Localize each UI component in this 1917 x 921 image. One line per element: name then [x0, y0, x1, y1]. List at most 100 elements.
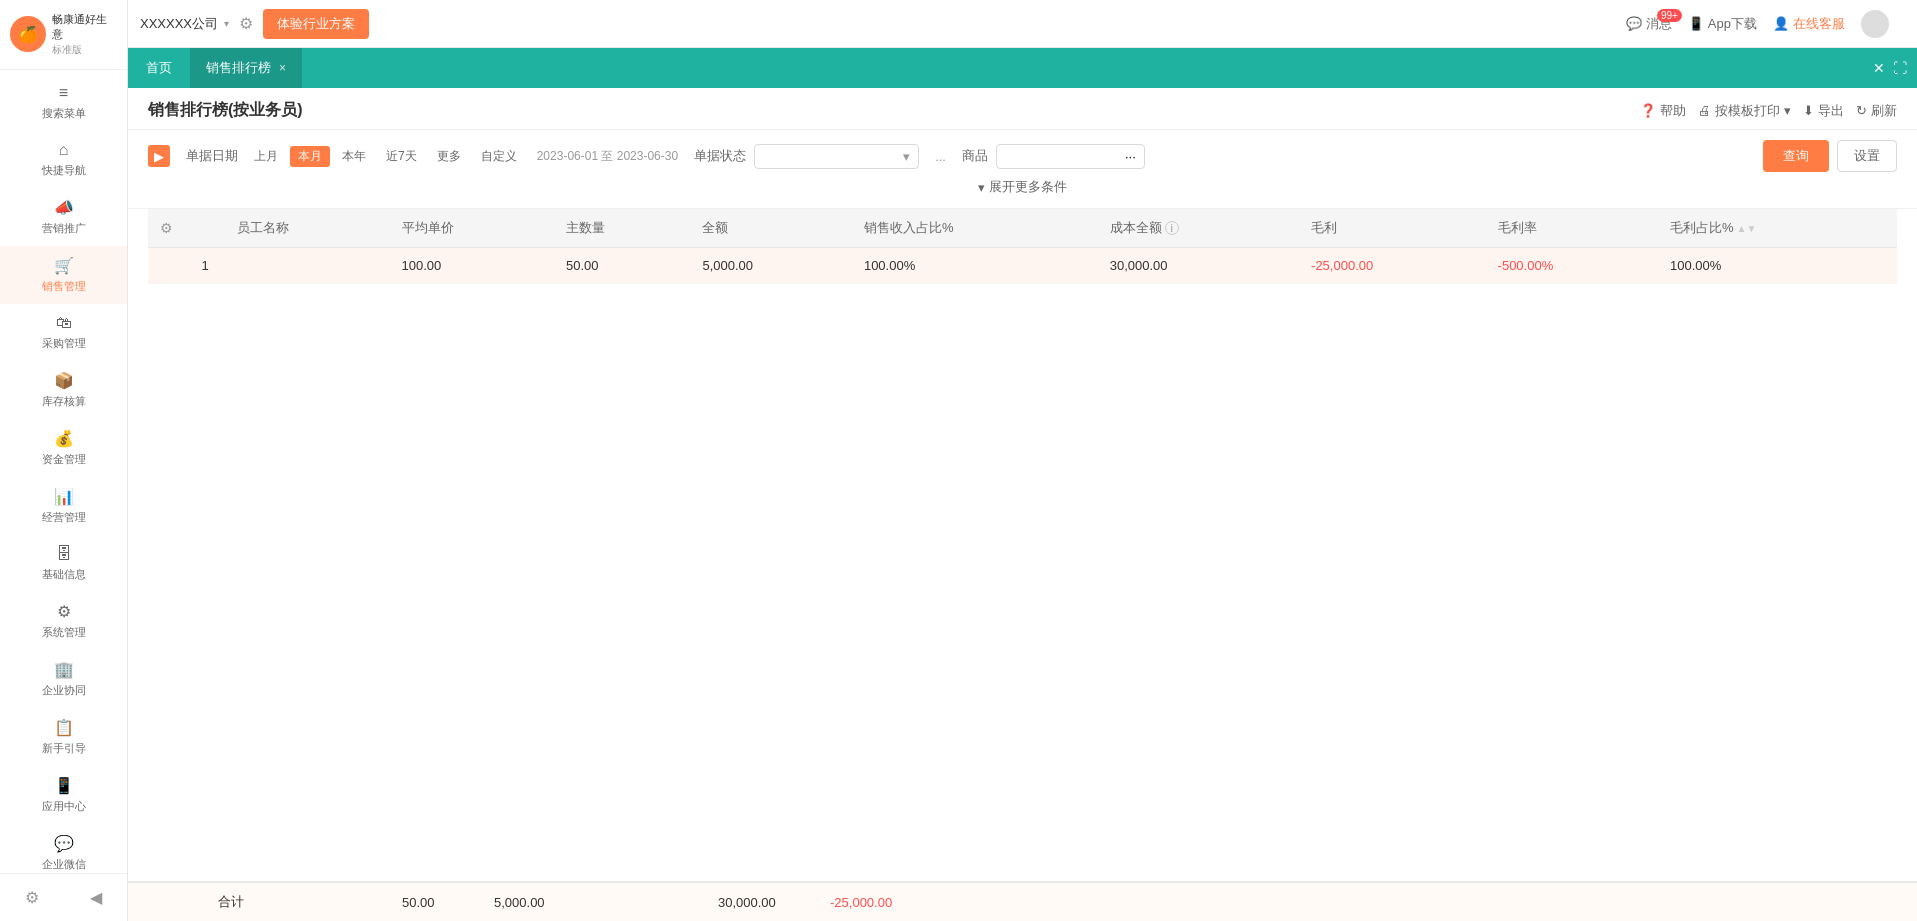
logo-icon: 🍊 — [10, 16, 46, 52]
tab-sales-ranking[interactable]: 销售排行榜 × — [190, 48, 302, 88]
message-btn[interactable]: 💬 消息 99+ — [1626, 15, 1672, 33]
goods-select-more: ··· — [1125, 149, 1136, 164]
th-avg-price: 平均单价 — [390, 209, 555, 248]
sidebar-item-marketing-label: 营销推广 — [42, 221, 86, 236]
row-qty-cell: 50.00 — [554, 248, 690, 284]
gross-pct-sort-icon[interactable]: ▲▼ — [1737, 223, 1757, 234]
th-sales-pct: 销售收入占比% — [852, 209, 1098, 248]
sidebar-item-apps[interactable]: 📱 应用中心 — [0, 766, 127, 824]
sidebar-item-operation-label: 经营管理 — [42, 510, 86, 525]
goods-filter-label: 商品 — [962, 147, 988, 165]
th-employee-name: 员工名称 — [225, 209, 390, 248]
row-sales-pct-cell: 100.00% — [852, 248, 1098, 284]
topbar-settings-icon[interactable]: ⚙ — [239, 14, 253, 33]
app-download-btn[interactable]: 📱 App下载 — [1688, 15, 1757, 33]
export-label: 导出 — [1818, 102, 1844, 120]
export-btn[interactable]: ⬇ 导出 — [1803, 102, 1844, 120]
date-custom-btn[interactable]: 自定义 — [473, 146, 525, 167]
table-footer: 合计 50.00 5,000.00 30,000.00 -25,000.00 — [128, 881, 1917, 921]
date-current-year[interactable]: 本年 — [334, 146, 374, 167]
date-current-month[interactable]: 本月 — [290, 146, 330, 167]
table-header-row: ⚙ 员工名称 平均单价 主数量 全额 销售收入占比% 成本全额 i — [148, 209, 1897, 248]
logo-text-group: 畅康通好生意 标准版 — [52, 12, 117, 57]
sidebar-item-quick-nav[interactable]: ⌂ 快捷导航 — [0, 131, 127, 188]
setting-button[interactable]: 设置 — [1837, 140, 1897, 172]
tab-close-btn[interactable]: × — [279, 61, 286, 75]
action-buttons: 查询 设置 — [1763, 140, 1897, 172]
sidebar-item-enterprise-label: 企业协同 — [42, 683, 86, 698]
table-body: 1 100.00 50.00 5,000.00 100.00% 30,000.0… — [148, 248, 1897, 284]
date-more-btn[interactable]: 更多 — [429, 146, 469, 167]
refresh-btn[interactable]: ↻ 刷新 — [1856, 102, 1897, 120]
date-last-7-days[interactable]: 近7天 — [378, 146, 425, 167]
sidebar-item-operation[interactable]: 📊 经营管理 — [0, 477, 127, 535]
sidebar-item-basic-label: 基础信息 — [42, 567, 86, 582]
th-settings[interactable]: ⚙ — [148, 209, 185, 248]
message-badge: 99+ — [1657, 9, 1682, 22]
wechat-icon: 💬 — [54, 834, 74, 853]
date-prev-month[interactable]: 上月 — [246, 146, 286, 167]
sidebar-item-system-label: 系统管理 — [42, 625, 86, 640]
tab-home[interactable]: 首页 — [128, 48, 190, 88]
sidebar-item-purchase[interactable]: 🛍 采购管理 — [0, 304, 127, 361]
sidebar-collapse-btn[interactable]: ◀ — [84, 882, 108, 913]
filter-expand-row: ▾ 展开更多条件 — [148, 172, 1897, 198]
sidebar-item-finance[interactable]: 💰 资金管理 — [0, 419, 127, 477]
company-dropdown-arrow: ▾ — [224, 18, 229, 29]
sidebar-item-sales[interactable]: 🛒 销售管理 — [0, 246, 127, 304]
print-dropdown-arrow: ▾ — [1784, 103, 1791, 118]
help-btn[interactable]: ❓ 帮助 — [1640, 102, 1686, 120]
filter-toggle-btn[interactable]: ▶ — [148, 145, 170, 167]
table-area: ⚙ 员工名称 平均单价 主数量 全额 销售收入占比% 成本全额 i — [128, 209, 1917, 881]
row-name-cell — [225, 248, 390, 284]
row-amount-cell: 5,000.00 — [690, 248, 852, 284]
topbar: XXXXXX公司 ▾ ⚙ 体验行业方案 💬 消息 99+ 📱 App下载 👤 在… — [128, 0, 1917, 48]
column-settings-icon[interactable]: ⚙ — [160, 220, 173, 236]
sidebar-item-inventory[interactable]: 📦 库存核算 — [0, 361, 127, 419]
sidebar-item-basic[interactable]: 🗄 基础信息 — [0, 535, 127, 592]
sidebar-settings-btn[interactable]: ⚙ — [19, 882, 45, 913]
basic-icon: 🗄 — [56, 545, 72, 563]
date-filter-label: 单据日期 — [186, 147, 238, 165]
window-expand-btn[interactable]: ⛶ — [1893, 60, 1907, 76]
operation-icon: 📊 — [54, 487, 74, 506]
footer-total-row: 合计 50.00 5,000.00 30,000.00 -25,000.00 — [128, 883, 1917, 921]
sidebar-item-apps-label: 应用中心 — [42, 799, 86, 814]
more-filter-btn[interactable]: ... — [935, 149, 946, 164]
home-icon: ⌂ — [59, 141, 69, 159]
th-gross-pct: 毛利占比% ▲▼ — [1658, 209, 1897, 248]
th-gross-pct-label: 毛利占比% — [1670, 219, 1734, 237]
expand-label: 展开更多条件 — [989, 178, 1067, 196]
status-filter-label: 单据状态 — [694, 147, 746, 165]
refresh-icon: ↻ — [1856, 103, 1867, 118]
window-close-btn[interactable]: ✕ — [1873, 60, 1885, 76]
query-button[interactable]: 查询 — [1763, 140, 1829, 172]
logo-badge: 标准版 — [52, 43, 117, 57]
expand-conditions-btn[interactable]: ▾ 展开更多条件 — [978, 178, 1067, 196]
goods-select[interactable]: ··· — [996, 144, 1145, 169]
sidebar-item-guide[interactable]: 📋 新手引导 — [0, 708, 127, 766]
sidebar-item-enterprise[interactable]: 🏢 企业协同 — [0, 650, 127, 708]
status-select-arrow: ▾ — [903, 149, 910, 164]
trial-button[interactable]: 体验行业方案 — [263, 9, 369, 39]
print-btn[interactable]: 🖨 按模板打印 ▾ — [1698, 102, 1791, 120]
sidebar-item-wechat[interactable]: 💬 企业微信 — [0, 824, 127, 873]
status-select[interactable]: ▾ — [754, 144, 919, 169]
company-selector[interactable]: XXXXXX公司 ▾ — [140, 15, 229, 33]
topbar-right: 💬 消息 99+ 📱 App下载 👤 在线客服 — [1626, 10, 1905, 38]
service-label: 在线客服 — [1793, 15, 1845, 33]
sidebar-item-marketing[interactable]: 📣 营销推广 — [0, 188, 127, 246]
online-service-btn[interactable]: 👤 在线客服 — [1773, 15, 1845, 33]
cost-info-icon[interactable]: i — [1165, 221, 1179, 235]
user-avatar[interactable] — [1861, 10, 1889, 38]
row-rank-cell: 1 — [185, 248, 225, 284]
th-cost: 成本全额 i — [1098, 209, 1299, 248]
tabbar-window-controls: ✕ ⛶ — [1873, 60, 1917, 76]
guide-icon: 📋 — [54, 718, 74, 737]
th-rank — [185, 209, 225, 248]
sidebar-item-system[interactable]: ⚙ 系统管理 — [0, 592, 127, 650]
finance-icon: 💰 — [54, 429, 74, 448]
sidebar-item-search[interactable]: ≡ 搜索菜单 — [0, 74, 127, 131]
sidebar-nav: ≡ 搜索菜单 ⌂ 快捷导航 📣 营销推广 🛒 销售管理 🛍 采购管理 📦 库存核… — [0, 70, 127, 873]
tab-sales-ranking-label: 销售排行榜 — [206, 59, 271, 77]
